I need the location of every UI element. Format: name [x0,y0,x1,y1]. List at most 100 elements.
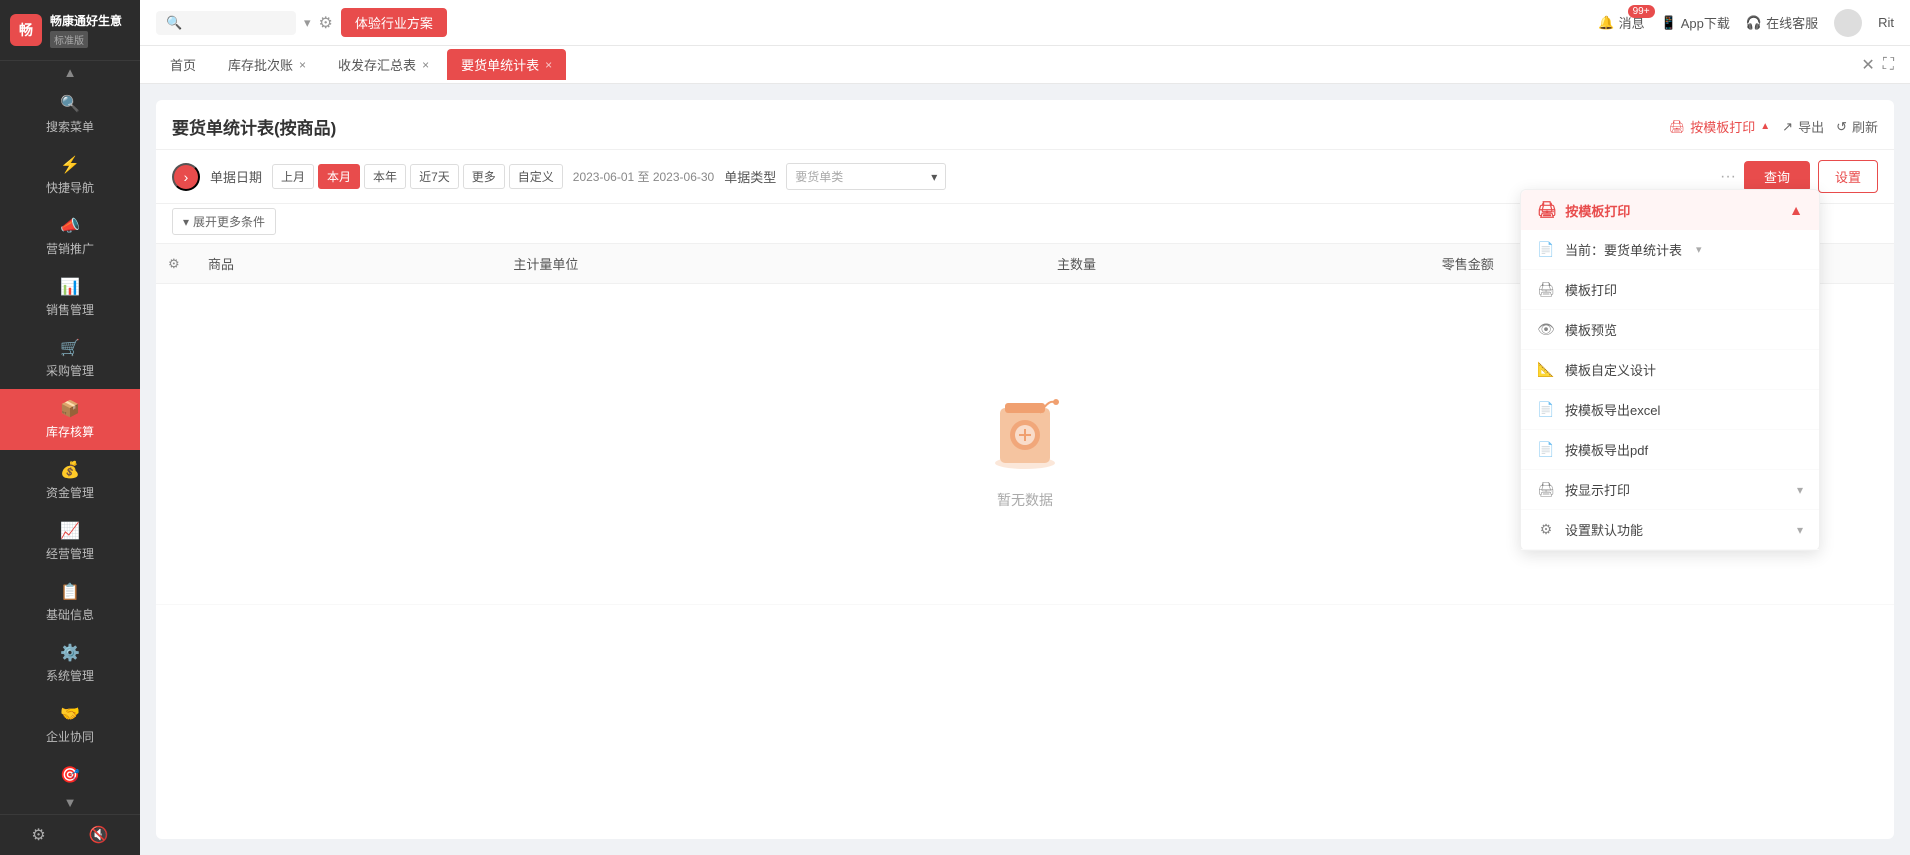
date-range-display: 2023-06-01 至 2023-06-30 [573,168,714,185]
page-actions: 🖨 按模板打印 ▲ ↗ 导出 ↺ 刷新 [1669,117,1878,136]
topbar-app-download[interactable]: 📱 App下载 [1661,13,1730,32]
tab-window-controls: ✕ ⛶ [1861,55,1894,75]
topbar-online-service[interactable]: 🎧 在线客服 [1746,13,1818,32]
sidebar-scroll-down[interactable]: ▼ [0,791,140,814]
topbar-left: 🔍 ▾ ⚙ 体验行业方案 [156,8,1586,37]
topbar-notifications[interactable]: 🔔 消息 99+ [1598,13,1644,32]
window-close-icon[interactable]: ✕ [1861,55,1874,75]
dropdown-template-preview[interactable]: 👁 模板预览 [1521,310,1819,350]
order-type-select[interactable]: 要货单类 ▾ [786,163,946,190]
handshake-icon: 🤝 [60,704,80,724]
sidebar-item-guide[interactable]: 🎯 新手引导 [0,755,140,791]
content-area: 要货单统计表(按商品) 🖨 按模板打印 ▲ ↗ 导出 ↺ 刷新 [140,84,1910,855]
phone-icon: 📱 [1661,15,1677,31]
default-func-icon: ⚙ [1537,521,1555,538]
sidebar-scroll-up[interactable]: ▲ [0,61,140,84]
date-btn-7days[interactable]: 近7天 [410,164,459,189]
sidebar-item-inventory[interactable]: 📦 库存核算 [0,389,140,450]
money-icon: 💰 [60,460,80,480]
date-btn-custom[interactable]: 自定义 [509,164,563,189]
order-type-label: 单据类型 [724,167,776,186]
filter-expand-btn[interactable]: › [172,163,200,191]
default-func-chevron-icon: ▾ [1797,523,1803,537]
sidebar-item-collab[interactable]: 🤝 企业协同 [0,694,140,755]
date-btn-current-month[interactable]: 本月 [318,164,360,189]
tab-batch-account[interactable]: 库存批次账 × [214,49,320,80]
sidebar-item-quick-nav[interactable]: ⚡ 快捷导航 [0,145,140,206]
sidebar-bottom: ⚙ 🔇 [0,814,140,855]
sidebar-item-search[interactable]: 🔍 搜索菜单 [0,84,140,145]
sidebar-settings-btn[interactable]: ⚙ [31,825,45,845]
dropdown-current-item[interactable]: 📄 当前：要货单统计表 ▾ [1521,230,1819,270]
chevron-right-icon: › [184,169,189,185]
preview-item-icon: 👁 [1537,321,1555,338]
sidebar-mute-btn[interactable]: 🔇 [89,825,109,845]
table-column-settings-icon[interactable]: ⚙ [168,256,180,271]
username-label[interactable]: Rit [1878,15,1894,30]
dropdown-display-print[interactable]: 🖨 按显示打印 ▾ [1521,470,1819,510]
lightning-icon: ⚡ [60,155,80,175]
refresh-btn[interactable]: ↺ 刷新 [1836,117,1878,136]
sidebar-item-operation[interactable]: 📈 经营管理 [0,511,140,572]
more-options-icon[interactable]: ··· [1720,168,1736,186]
topbar-right: 🔔 消息 99+ 📱 App下载 🎧 在线客服 Rit [1598,9,1894,37]
bell-icon: 🔔 [1598,15,1614,31]
sidebar-item-sales[interactable]: 📊 销售管理 [0,267,140,328]
col-quantity: 主数量 [1045,244,1430,284]
tab-requisition-stats[interactable]: 要货单统计表 × [447,49,566,80]
chart-icon: 📊 [60,277,80,297]
export-btn[interactable]: ↗ 导出 [1782,117,1824,136]
display-print-left: 🖨 按显示打印 [1537,480,1630,499]
print-dropdown-menu: 🖨 按模板打印 ▲ 📄 当前：要货单统计表 ▾ 🖨 模板打印 👁 模板预览 📐 [1520,189,1820,551]
search-icon: 🔍 [60,94,80,114]
date-btn-more[interactable]: 更多 [463,164,505,189]
print-item-icon: 🖨 [1537,281,1555,298]
query-btn[interactable]: 查询 [1744,161,1810,192]
empty-text: 暂无数据 [997,490,1053,510]
clipboard-icon: 📋 [60,582,80,602]
expand-more-btn[interactable]: ▾ 展开更多条件 [172,208,276,235]
col-product: 商品 [196,244,501,284]
sidebar-item-purchase[interactable]: 🛒 采购管理 [0,328,140,389]
target-icon: 🎯 [60,765,80,785]
design-item-icon: 📐 [1537,361,1555,378]
date-btn-prev-month[interactable]: 上月 [272,164,314,189]
dropdown-default-func[interactable]: ⚙ 设置默认功能 ▾ [1521,510,1819,550]
dropdown-template-print[interactable]: 🖨 模板打印 [1521,270,1819,310]
topbar-chevron-icon[interactable]: ▾ [304,15,311,31]
sidebar-item-marketing[interactable]: 📣 营销推广 [0,206,140,267]
print-chevron-icon: ▲ [1760,121,1770,132]
dropdown-collapse-icon[interactable]: ▲ [1789,202,1803,218]
tab-home[interactable]: 首页 [156,49,210,80]
default-func-left: ⚙ 设置默认功能 [1537,520,1643,539]
tab-receivable-summary[interactable]: 收发存汇总表 × [324,49,443,80]
sidebar-item-system[interactable]: ⚙️ 系统管理 [0,633,140,694]
tab-close-receivable-summary[interactable]: × [422,58,429,72]
date-buttons: 上月 本月 本年 近7天 更多 自定义 [272,164,563,189]
settings-btn[interactable]: 设置 [1818,160,1878,193]
dropdown-export-pdf[interactable]: 📄 按模板导出pdf [1521,430,1819,470]
expand-chevron-icon: ▾ [183,215,189,229]
topbar-gear-icon[interactable]: ⚙ [319,13,333,33]
dropdown-export-excel[interactable]: 📄 按模板导出excel [1521,390,1819,430]
window-maximize-icon[interactable]: ⛶ [1883,56,1894,74]
refresh-icon: ↺ [1836,119,1847,135]
headset-icon: 🎧 [1746,15,1762,31]
tab-close-batch-account[interactable]: × [299,58,306,72]
page-title: 要货单统计表(按商品) [172,114,336,139]
dropdown-template-design[interactable]: 📐 模板自定义设计 [1521,350,1819,390]
sidebar-item-basic[interactable]: 📋 基础信息 [0,572,140,633]
dropdown-header[interactable]: 🖨 按模板打印 ▲ [1521,190,1819,230]
print-btn[interactable]: 🖨 按模板打印 ▲ [1669,117,1770,136]
topbar-search-input[interactable] [187,16,267,30]
dropdown-header-left: 🖨 按模板打印 [1537,200,1630,220]
tab-close-requisition-stats[interactable]: × [545,58,552,72]
user-avatar[interactable] [1834,9,1862,37]
page-header: 要货单统计表(按商品) 🖨 按模板打印 ▲ ↗ 导出 ↺ 刷新 [156,100,1894,150]
date-btn-current-year[interactable]: 本年 [364,164,406,189]
trial-btn[interactable]: 体验行业方案 [341,8,447,37]
main-area: 🔍 ▾ ⚙ 体验行业方案 🔔 消息 99+ 📱 App下载 🎧 在线客服 Rit [140,0,1910,855]
sidebar-item-finance[interactable]: 💰 资金管理 [0,450,140,511]
topbar: 🔍 ▾ ⚙ 体验行业方案 🔔 消息 99+ 📱 App下载 🎧 在线客服 Rit [140,0,1910,46]
notification-badge: 99+ [1628,5,1655,18]
